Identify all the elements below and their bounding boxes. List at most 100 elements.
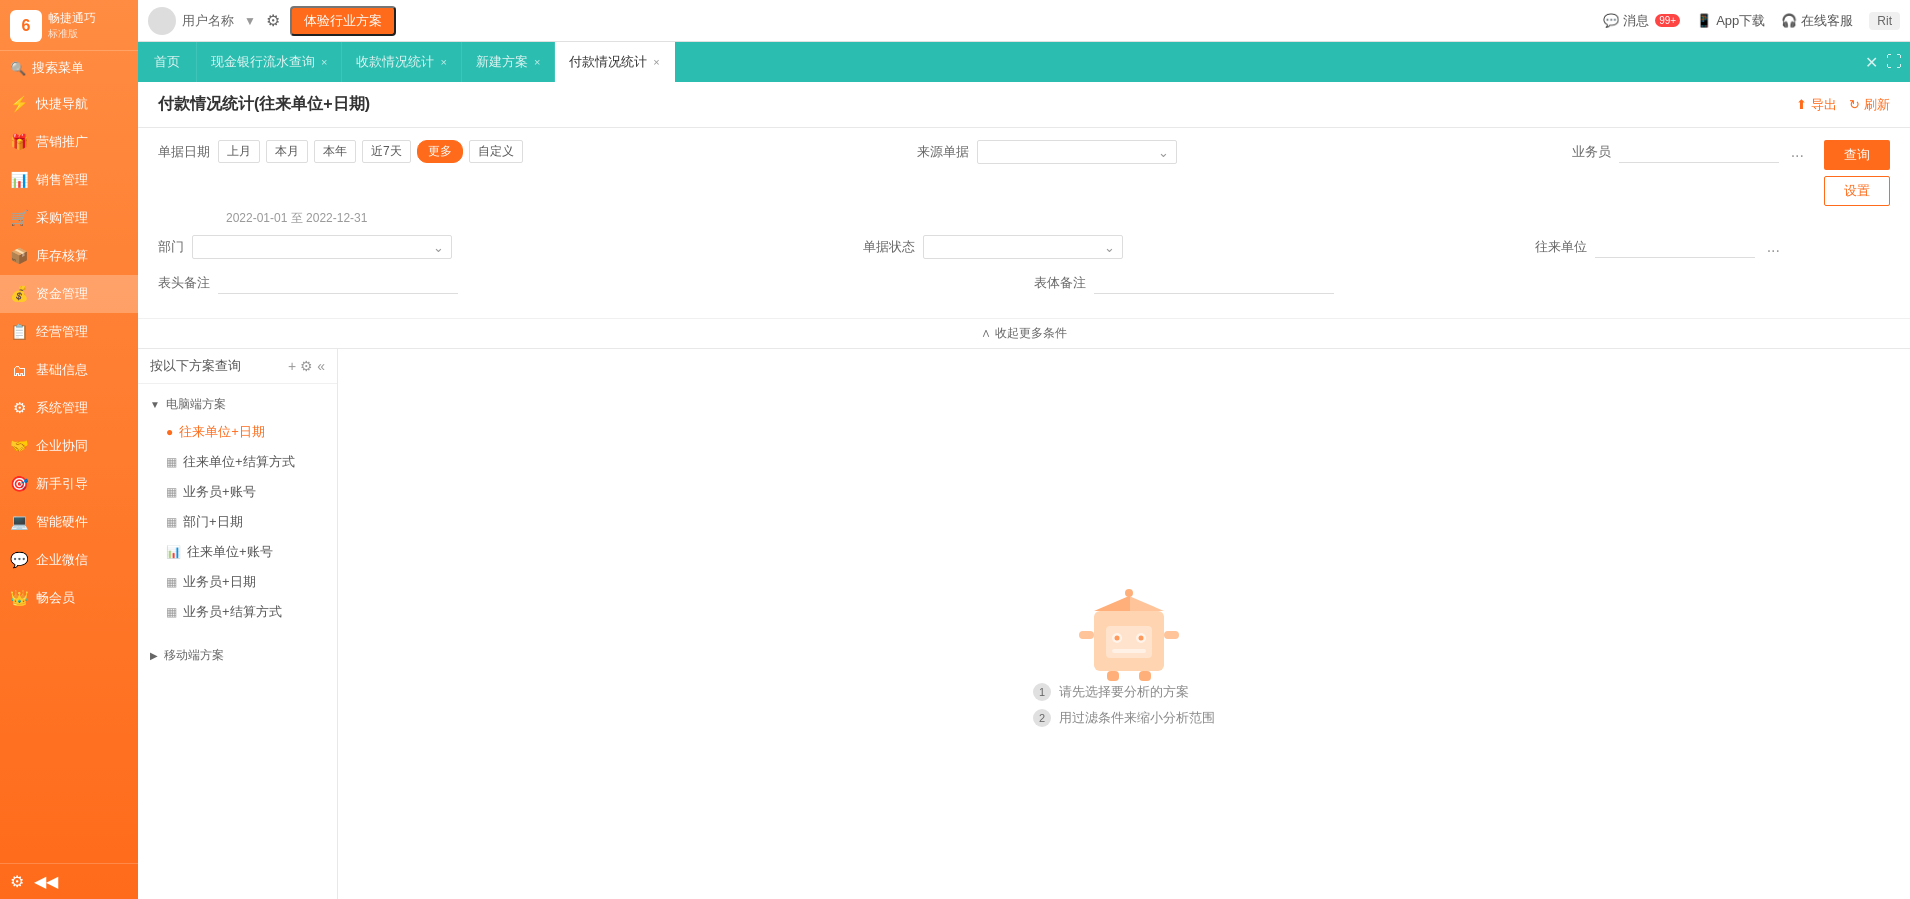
scheme-desktop-title[interactable]: ▼ 电脑端方案 xyxy=(138,392,337,417)
date-btn-this-year[interactable]: 本年 xyxy=(314,140,356,163)
dept-select-wrap xyxy=(192,235,452,259)
refresh-icon: ↻ xyxy=(1849,97,1860,112)
filter-row-1: 单据日期 上月 本月 本年 近7天 更多 自定义 来源单据 xyxy=(158,140,1890,206)
scheme-item-label: 部门+日期 xyxy=(183,513,243,531)
scheme-item-dept-date[interactable]: ▦ 部门+日期 xyxy=(138,507,337,537)
table-body-note-input[interactable] xyxy=(1094,271,1334,294)
sidebar-item-sales[interactable]: 📊 销售管理 xyxy=(0,161,138,199)
online-service-action[interactable]: 🎧 在线客服 xyxy=(1781,12,1853,30)
user-name: 用户名称 xyxy=(182,12,234,30)
tab-receipt-stats[interactable]: 收款情况统计 × xyxy=(342,42,461,82)
scheme-item-partner-settle[interactable]: ▦ 往来单位+结算方式 xyxy=(138,447,337,477)
date-btn-more[interactable]: 更多 xyxy=(417,140,463,163)
dept-select[interactable] xyxy=(192,235,452,259)
sidebar-item-label: 智能硬件 xyxy=(36,513,88,531)
sidebar-item-finance[interactable]: 💰 资金管理 xyxy=(0,275,138,313)
filter-dept-item: 部门 xyxy=(158,235,452,259)
receipt-stats-tab-close[interactable]: × xyxy=(440,56,446,68)
sidebar-item-quick-nav[interactable]: ⚡ 快捷导航 xyxy=(0,85,138,123)
empty-hints: 1 请先选择要分析的方案 2 用过滤条件来缩小分析范围 xyxy=(1033,683,1215,735)
date-btn-7days[interactable]: 近7天 xyxy=(362,140,411,163)
desktop-section-label: 电脑端方案 xyxy=(166,396,226,413)
date-btn-custom[interactable]: 自定义 xyxy=(469,140,523,163)
tab-home[interactable]: 首页 xyxy=(138,42,197,82)
scheme-grid-icon-2: ▦ xyxy=(166,485,177,499)
topbar-user: 用户名称 xyxy=(148,7,234,35)
date-label: 单据日期 xyxy=(158,143,210,161)
scheme-item-partner-account[interactable]: 📊 往来单位+账号 xyxy=(138,537,337,567)
hint-1-text: 请先选择要分析的方案 xyxy=(1059,683,1189,701)
scheme-header-icons: + ⚙ « xyxy=(288,358,325,374)
staff-input[interactable] xyxy=(1619,140,1779,163)
sidebar-item-hardware[interactable]: 💻 智能硬件 xyxy=(0,503,138,541)
sidebar-item-guide[interactable]: 🎯 新手引导 xyxy=(0,465,138,503)
scheme-chart-icon: 📊 xyxy=(166,545,181,559)
refresh-action[interactable]: ↻ 刷新 xyxy=(1849,96,1890,114)
sidebar-item-inventory[interactable]: 📦 库存核算 xyxy=(0,237,138,275)
scheme-item-label: 业务员+日期 xyxy=(183,573,256,591)
partner-dots[interactable]: ... xyxy=(1767,238,1780,256)
export-action[interactable]: ⬆ 导出 xyxy=(1796,96,1837,114)
scheme-item-staff-settle[interactable]: ▦ 业务员+结算方式 xyxy=(138,597,337,627)
quick-nav-icon: ⚡ xyxy=(10,95,28,113)
page-actions: ⬆ 导出 ↻ 刷新 xyxy=(1796,96,1890,114)
tab-new-plan[interactable]: 新建方案 × xyxy=(462,42,555,82)
service-icon: 🎧 xyxy=(1781,13,1797,28)
filter-date-item: 单据日期 上月 本月 本年 近7天 更多 自定义 xyxy=(158,140,523,163)
scheme-item-staff-account[interactable]: ▦ 业务员+账号 xyxy=(138,477,337,507)
tab-bank-flow[interactable]: 现金银行流水查询 × xyxy=(197,42,342,82)
scheme-item-partner-date[interactable]: ● 往来单位+日期 xyxy=(138,417,337,447)
source-select[interactable] xyxy=(977,140,1177,164)
settings-button[interactable]: 设置 xyxy=(1824,176,1890,206)
tabbar-expand-icon[interactable]: ⛶ xyxy=(1886,53,1902,71)
sidebar-nav: ⚡ 快捷导航 🎁 营销推广 📊 销售管理 🛒 采购管理 📦 库存核算 💰 资金管… xyxy=(0,85,138,863)
partner-input[interactable] xyxy=(1595,235,1755,258)
trial-button[interactable]: 体验行业方案 xyxy=(290,6,396,36)
svg-marker-1 xyxy=(1094,596,1129,611)
message-action[interactable]: 💬 消息 99+ xyxy=(1603,12,1680,30)
staff-dots[interactable]: ... xyxy=(1791,143,1804,161)
sidebar-item-operations[interactable]: 📋 经营管理 xyxy=(0,313,138,351)
bank-flow-tab-label: 现金银行流水查询 xyxy=(211,53,315,71)
date-btn-this-month[interactable]: 本月 xyxy=(266,140,308,163)
sidebar-item-marketing[interactable]: 🎁 营销推广 xyxy=(0,123,138,161)
date-btn-last-month[interactable]: 上月 xyxy=(218,140,260,163)
doc-status-select[interactable] xyxy=(923,235,1123,259)
collapse-conditions[interactable]: ∧ 收起更多条件 xyxy=(138,318,1910,348)
topbar-gear-icon[interactable]: ⚙ xyxy=(266,11,280,30)
settings-bottom-icon[interactable]: ⚙ xyxy=(10,872,24,891)
filter-panel: 单据日期 上月 本月 本年 近7天 更多 自定义 来源单据 xyxy=(138,128,1910,349)
sidebar-item-label: 资金管理 xyxy=(36,285,88,303)
tabbar-close-icon[interactable]: ✕ xyxy=(1865,53,1878,72)
bank-flow-tab-close[interactable]: × xyxy=(321,56,327,68)
sidebar-item-member[interactable]: 👑 畅会员 xyxy=(0,579,138,617)
page-header: 付款情况统计(往来单位+日期) ⬆ 导出 ↻ 刷新 xyxy=(138,82,1910,128)
scheme-item-staff-date[interactable]: ▦ 业务员+日期 xyxy=(138,567,337,597)
scheme-grid-icon-4: ▦ xyxy=(166,575,177,589)
sidebar-item-purchase[interactable]: 🛒 采购管理 xyxy=(0,199,138,237)
new-plan-tab-close[interactable]: × xyxy=(534,56,540,68)
sidebar-item-wechat[interactable]: 💬 企业微信 xyxy=(0,541,138,579)
query-button[interactable]: 查询 xyxy=(1824,140,1890,170)
svg-point-7 xyxy=(1139,635,1144,640)
scheme-settings-icon[interactable]: ⚙ xyxy=(300,358,313,374)
sidebar-item-label: 销售管理 xyxy=(36,171,88,189)
table-header-note-input[interactable] xyxy=(218,271,458,294)
user-dropdown-icon[interactable]: ▼ xyxy=(244,14,256,28)
desktop-arrow-icon: ▼ xyxy=(150,399,160,410)
scheme-collapse-icon[interactable]: « xyxy=(317,358,325,374)
payment-stats-tab-close[interactable]: × xyxy=(653,56,659,68)
partner-label: 往来单位 xyxy=(1535,238,1587,256)
tab-payment-stats[interactable]: 付款情况统计 × xyxy=(555,42,674,82)
app-download-action[interactable]: 📱 App下载 xyxy=(1696,12,1765,30)
sidebar-item-label: 库存核算 xyxy=(36,247,88,265)
collapse-sidebar-icon[interactable]: ◀◀ xyxy=(34,872,58,891)
search-menu[interactable]: 🔍 搜索菜单 xyxy=(0,51,138,85)
sidebar-item-system[interactable]: ⚙ 系统管理 xyxy=(0,389,138,427)
scheme-add-icon[interactable]: + xyxy=(288,358,296,374)
filter-table-body-item: 表体备注 xyxy=(1034,271,1334,294)
svg-rect-11 xyxy=(1079,631,1094,639)
sidebar-item-enterprise[interactable]: 🤝 企业协同 xyxy=(0,427,138,465)
scheme-mobile-title[interactable]: ▶ 移动端方案 xyxy=(138,643,337,668)
sidebar-item-basic-info[interactable]: 🗂 基础信息 xyxy=(0,351,138,389)
